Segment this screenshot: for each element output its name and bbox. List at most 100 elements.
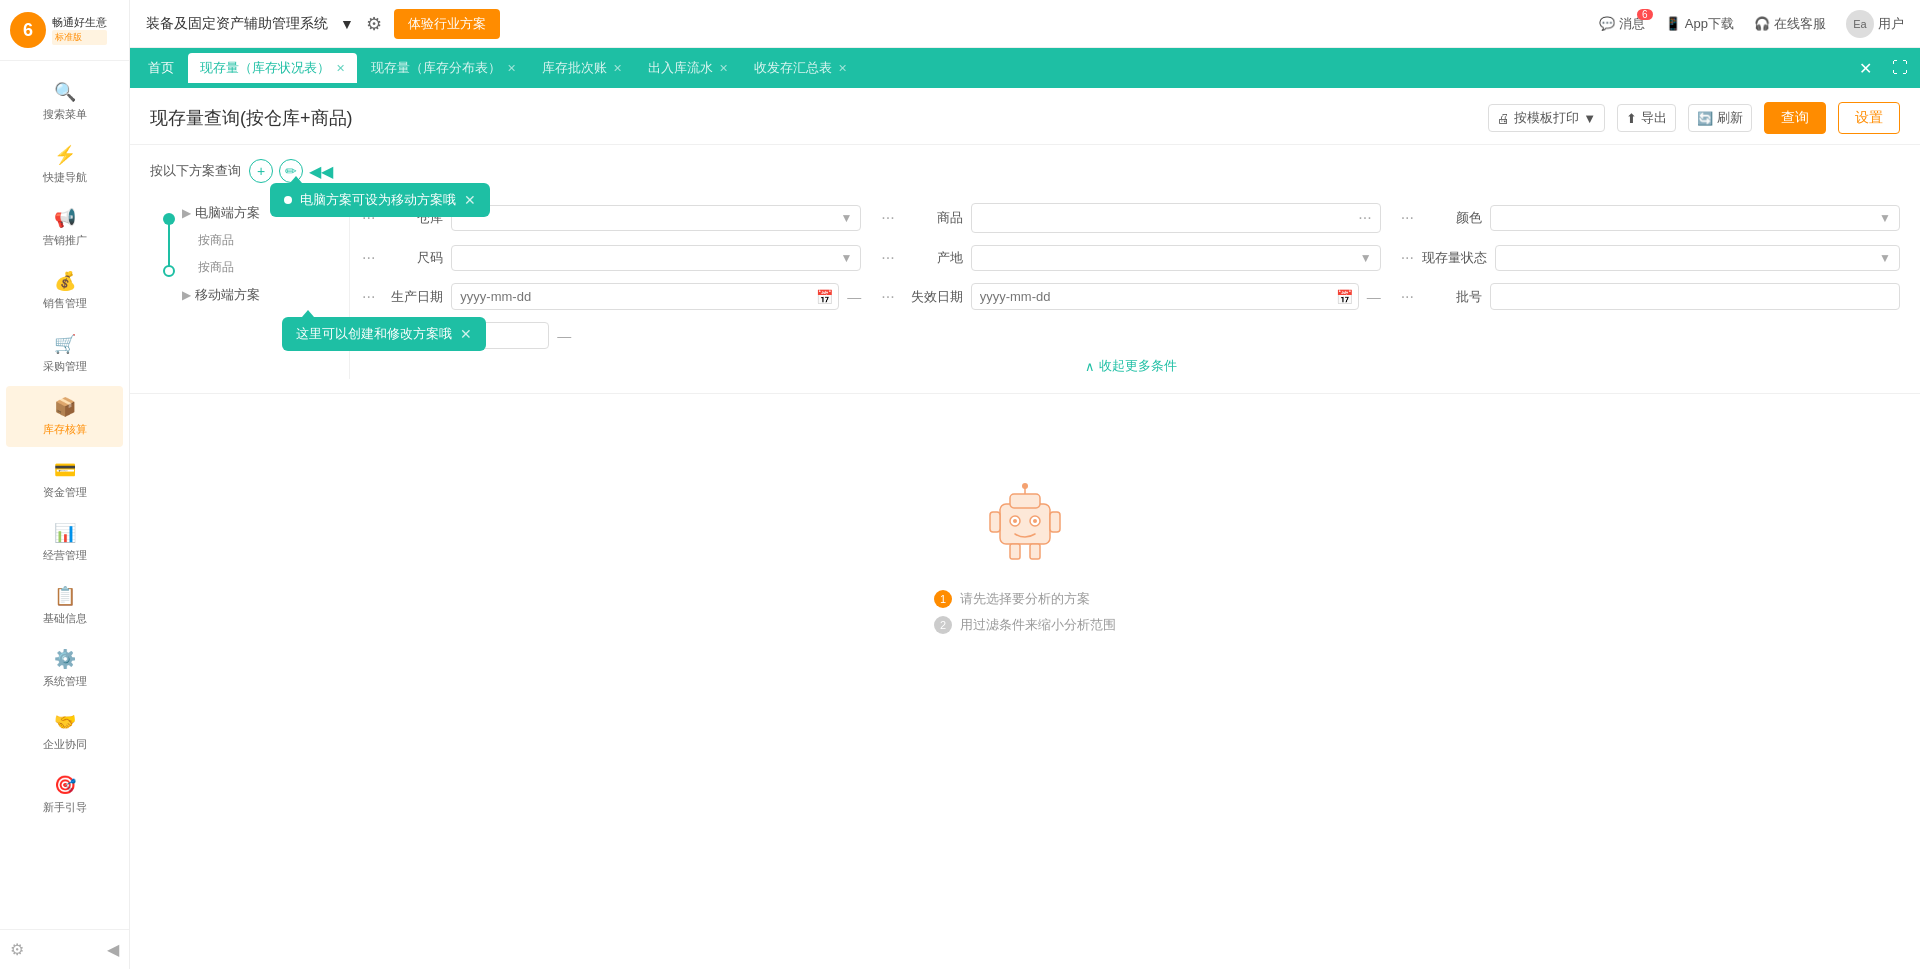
sidebar-item-basic[interactable]: 📋 基础信息: [6, 575, 123, 636]
add-icon: +: [257, 163, 265, 179]
header-right: 💬 消息 6 📱 App下载 🎧 在线客服 Ea 用户: [1599, 10, 1904, 38]
industry-btn[interactable]: 体验行业方案: [394, 9, 500, 39]
expire-date-from: 📅: [971, 283, 1359, 310]
warehouse-select[interactable]: ▼: [451, 205, 861, 231]
tab-bar-close-btn[interactable]: ✕: [1853, 57, 1878, 80]
print-btn[interactable]: 🖨 按模板打印 ▼: [1488, 104, 1605, 132]
prod-date-dots[interactable]: ···: [362, 288, 375, 306]
filter-section: 按以下方案查询 + ✏ ◀◀ 电脑方案可设为移动方案哦 ✕: [130, 145, 1920, 394]
color-dots[interactable]: ···: [1401, 209, 1414, 227]
search-menu-icon: 🔍: [54, 81, 76, 103]
export-btn[interactable]: ⬆ 导出: [1617, 104, 1676, 132]
sidebar-nav: 🔍 搜索菜单 ⚡ 快捷导航 📢 营销推广 💰 销售管理 🛒 采购管理 📦 库存核…: [0, 61, 129, 929]
sidebar-item-purchase[interactable]: 🛒 采购管理: [6, 323, 123, 384]
header-settings-icon[interactable]: ⚙: [366, 13, 382, 35]
tab-inventory-dist[interactable]: 现存量（库存分布表） ✕: [359, 53, 528, 83]
tab-recv-summary[interactable]: 收发存汇总表 ✕: [742, 53, 859, 83]
marketing-icon: 📢: [54, 207, 76, 229]
filter-arrow-btn[interactable]: ◀◀: [309, 162, 333, 181]
origin-select[interactable]: ▼: [971, 245, 1381, 271]
origin-label: 产地: [903, 249, 963, 267]
svg-rect-9: [1050, 512, 1060, 532]
svg-rect-0: [1000, 504, 1050, 544]
schema-popup-close[interactable]: ✕: [464, 192, 476, 208]
size-dots[interactable]: ···: [362, 249, 375, 267]
collapse-btn[interactable]: ∧ 收起更多条件: [362, 349, 1900, 379]
schema-popup-dot: [284, 196, 292, 204]
logo-text: 畅通好生意: [52, 15, 107, 30]
sidebar-item-label: 系统管理: [43, 674, 87, 689]
svg-rect-8: [990, 512, 1000, 532]
color-select[interactable]: ▼: [1490, 205, 1900, 231]
prod-date-from-input[interactable]: [451, 283, 839, 310]
tab-close-inventory-dist[interactable]: ✕: [507, 62, 516, 75]
expire-date-dots[interactable]: ···: [881, 288, 894, 306]
tab-close-inventory-status[interactable]: ✕: [336, 62, 345, 75]
prod-date-from-calendar-icon[interactable]: 📅: [816, 289, 833, 305]
query-btn[interactable]: 查询: [1764, 102, 1826, 134]
sidebar-item-label: 快捷导航: [43, 170, 87, 185]
schema-edit-popup-close[interactable]: ✕: [460, 326, 472, 342]
tab-in-out-flow[interactable]: 出入库流水 ✕: [636, 53, 740, 83]
batch-input[interactable]: [1490, 283, 1900, 310]
header-dropdown[interactable]: ▼: [340, 16, 354, 32]
sidebar-item-system[interactable]: ⚙️ 系统管理: [6, 638, 123, 699]
sidebar-item-quick-nav[interactable]: ⚡ 快捷导航: [6, 134, 123, 195]
stock-status-select[interactable]: ▼: [1495, 245, 1900, 271]
collapse-sidebar-icon[interactable]: ◀: [107, 940, 119, 959]
print-dropdown-icon: ▼: [1583, 111, 1596, 126]
filter-add-btn[interactable]: +: [249, 159, 273, 183]
app-download-btn[interactable]: 📱 App下载: [1665, 15, 1734, 33]
sidebar-item-label: 营销推广: [43, 233, 87, 248]
messages-btn[interactable]: 💬 消息 6: [1599, 15, 1645, 33]
origin-dropdown-icon: ▼: [1360, 251, 1372, 265]
size-select[interactable]: ▼: [451, 245, 861, 271]
user-menu[interactable]: Ea 用户: [1846, 10, 1904, 38]
product-select[interactable]: ···: [971, 203, 1381, 233]
tab-bar: 首页 现存量（库存状况表） ✕ 现存量（库存分布表） ✕ 库存批次账 ✕ 出入库…: [130, 48, 1920, 88]
stock-status-dropdown-icon: ▼: [1879, 251, 1891, 265]
svg-rect-11: [1030, 544, 1040, 559]
tab-home[interactable]: 首页: [136, 53, 186, 83]
main-content: 装备及固定资产辅助管理系统 ▼ ⚙ 体验行业方案 💬 消息 6 📱 App下载 …: [130, 0, 1920, 969]
sidebar-item-finance[interactable]: 💳 资金管理: [6, 449, 123, 510]
sidebar-item-enterprise[interactable]: 🤝 企业协同: [6, 701, 123, 762]
sidebar-item-guide[interactable]: 🎯 新手引导: [6, 764, 123, 825]
product-dots[interactable]: ···: [881, 209, 894, 227]
sidebar-item-sales[interactable]: 💰 销售管理: [6, 260, 123, 321]
batch-dots[interactable]: ···: [1401, 288, 1414, 306]
sidebar-item-inventory[interactable]: 📦 库存核算: [6, 386, 123, 447]
tree-item-mobile[interactable]: ▶ 移动端方案: [150, 281, 337, 309]
online-support-btn[interactable]: 🎧 在线客服: [1754, 15, 1826, 33]
top-header: 装备及固定资产辅助管理系统 ▼ ⚙ 体验行业方案 💬 消息 6 📱 App下载 …: [130, 0, 1920, 48]
finance-icon: 💳: [54, 459, 76, 481]
stock-status-dots[interactable]: ···: [1401, 249, 1414, 267]
refresh-btn[interactable]: 🔄 刷新: [1688, 104, 1752, 132]
tip-num-2: 2: [934, 616, 952, 634]
settings-query-btn[interactable]: 设置: [1838, 102, 1900, 134]
sidebar-item-operations[interactable]: 📊 经营管理: [6, 512, 123, 573]
purchase-icon: 🛒: [54, 333, 76, 355]
tree-item-sub1[interactable]: 按商品: [150, 227, 337, 254]
expire-date-label: 失效日期: [903, 288, 963, 306]
settings-bottom-icon[interactable]: ⚙: [10, 940, 24, 959]
origin-dots[interactable]: ···: [881, 249, 894, 267]
tab-inventory-status[interactable]: 现存量（库存状况表） ✕: [188, 53, 357, 83]
sidebar-item-search-menu[interactable]: 🔍 搜索菜单: [6, 71, 123, 132]
sidebar-item-label: 基础信息: [43, 611, 87, 626]
tab-close-batch-account[interactable]: ✕: [613, 62, 622, 75]
tree-item-sub2[interactable]: 按商品: [150, 254, 337, 281]
tab-batch-account[interactable]: 库存批次账 ✕: [530, 53, 634, 83]
sidebar-item-marketing[interactable]: 📢 营销推广: [6, 197, 123, 258]
filter-right-panel: ··· 仓库 ▼ ··· 商品 ···: [362, 195, 1900, 379]
warehouse-dropdown-icon: ▼: [840, 211, 852, 225]
tab-close-recv-summary[interactable]: ✕: [838, 62, 847, 75]
filter-row-size: ··· 尺码 ▼: [362, 245, 861, 271]
filter-row-origin: ··· 产地 ▼: [881, 245, 1380, 271]
expire-date-from-calendar-icon[interactable]: 📅: [1336, 289, 1353, 305]
tab-close-in-out-flow[interactable]: ✕: [719, 62, 728, 75]
tab-bar-expand-btn[interactable]: ⛶: [1886, 57, 1914, 79]
expire-date-from-input[interactable]: [971, 283, 1359, 310]
empty-tip-2: 2 用过滤条件来缩小分析范围: [934, 616, 1116, 634]
size-dropdown-icon: ▼: [840, 251, 852, 265]
